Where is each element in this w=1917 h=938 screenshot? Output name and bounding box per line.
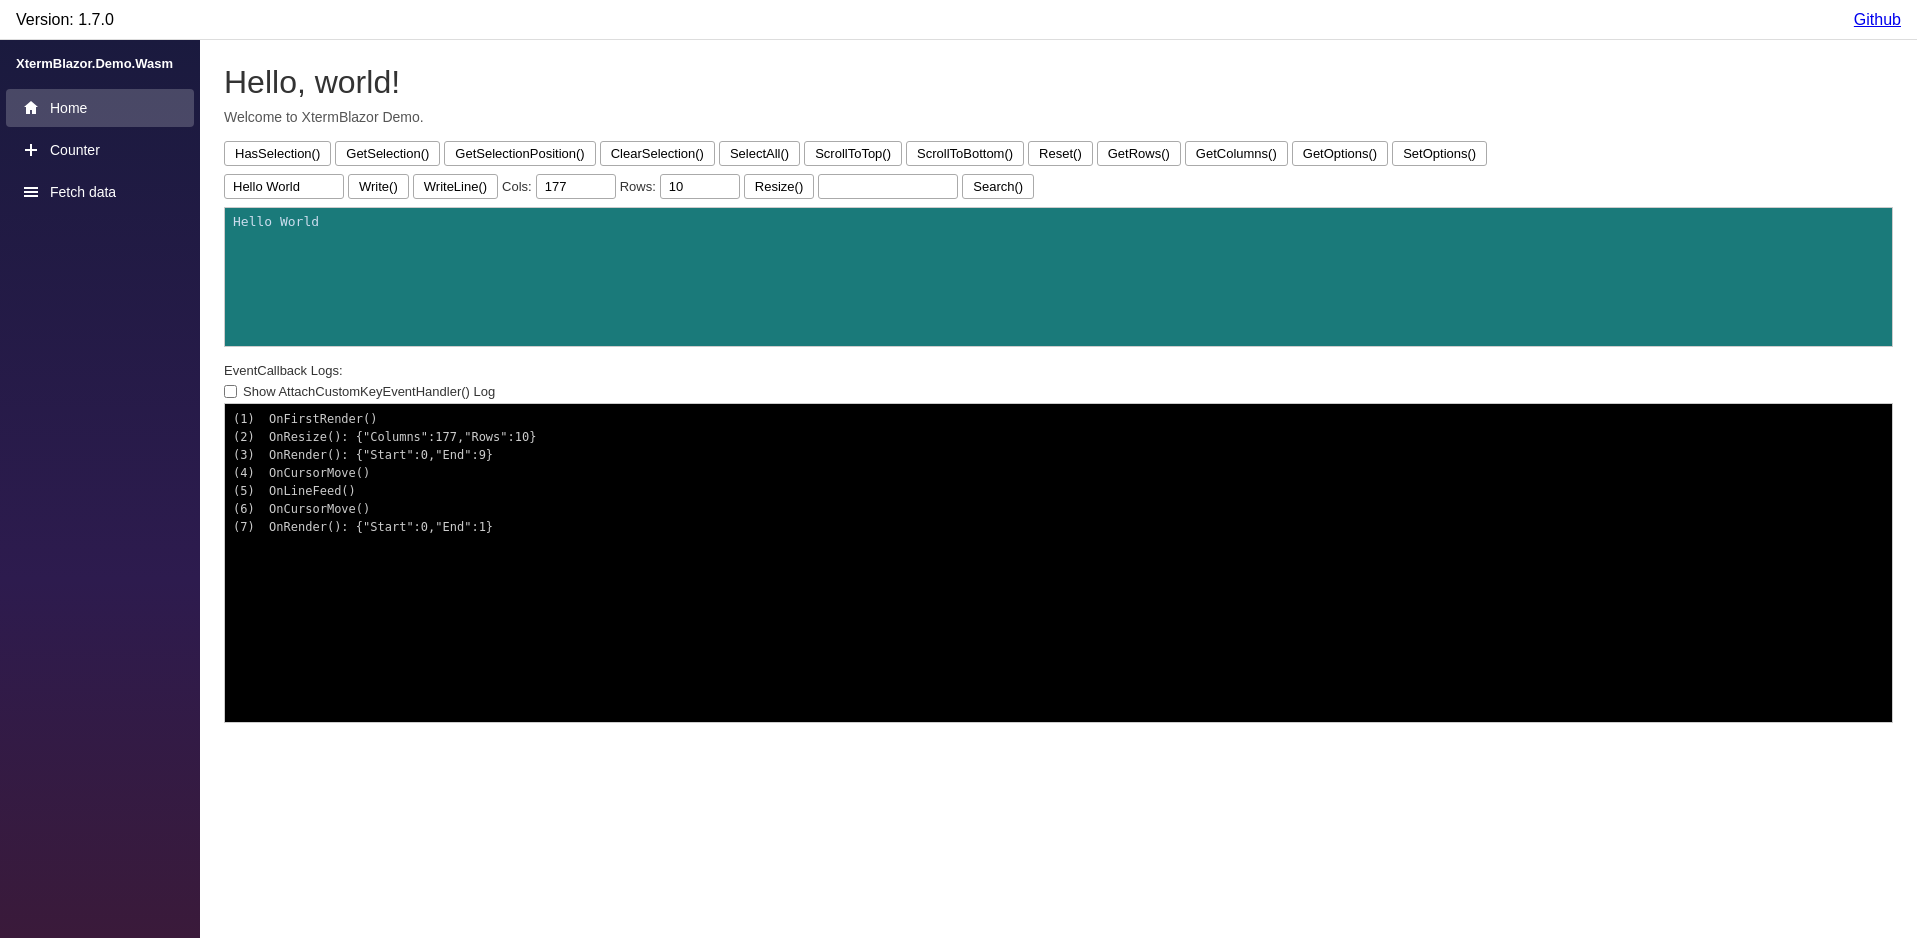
- btn-reset[interactable]: Reset(): [1028, 141, 1093, 166]
- btn-selectall[interactable]: SelectAll(): [719, 141, 800, 166]
- sidebar-item-home[interactable]: Home: [6, 89, 194, 127]
- topbar-version: Version: 1.7.0: [16, 11, 114, 29]
- input-row: Write() WriteLine() Cols: Rows: Resize()…: [224, 174, 1893, 199]
- btn-scrolltobottom[interactable]: ScrollToBottom(): [906, 141, 1024, 166]
- github-link[interactable]: Github: [1854, 11, 1901, 29]
- show-log-label[interactable]: Show AttachCustomKeyEventHandler() Log: [243, 384, 495, 399]
- terminal-text: Hello World: [233, 214, 319, 229]
- list-icon: [22, 183, 40, 201]
- sidebar-item-home-label: Home: [50, 100, 87, 116]
- rows-label: Rows:: [620, 179, 656, 194]
- btn-getselection[interactable]: GetSelection(): [335, 141, 440, 166]
- writeline-button[interactable]: WriteLine(): [413, 174, 498, 199]
- sidebar-item-counter-label: Counter: [50, 142, 100, 158]
- log-content: (1) OnFirstRender() (2) OnResize(): {"Co…: [233, 410, 1884, 536]
- btn-clearselection[interactable]: ClearSelection(): [600, 141, 715, 166]
- main-content: Hello, world! Welcome to XtermBlazor Dem…: [200, 40, 1917, 938]
- show-log-checkbox[interactable]: [224, 385, 237, 398]
- page-subtitle: Welcome to XtermBlazor Demo.: [224, 109, 1893, 125]
- plus-icon: [22, 141, 40, 159]
- home-icon: [22, 99, 40, 117]
- resize-button[interactable]: Resize(): [744, 174, 814, 199]
- write-input[interactable]: [224, 174, 344, 199]
- cols-input[interactable]: [536, 174, 616, 199]
- page-title: Hello, world!: [224, 64, 1893, 101]
- app-title: XtermBlazor.Demo.Wasm: [0, 48, 200, 87]
- buttons-row: HasSelection()GetSelection()GetSelection…: [224, 141, 1893, 166]
- btn-getrows[interactable]: GetRows(): [1097, 141, 1181, 166]
- btn-getselectionposition[interactable]: GetSelectionPosition(): [444, 141, 595, 166]
- svg-rect-2: [24, 195, 38, 197]
- layout: XtermBlazor.Demo.Wasm Home Counter: [0, 40, 1917, 938]
- log-terminal[interactable]: (1) OnFirstRender() (2) OnResize(): {"Co…: [224, 403, 1893, 723]
- svg-rect-0: [24, 187, 38, 189]
- logs-label: EventCallback Logs:: [224, 363, 1893, 378]
- cols-label: Cols:: [502, 179, 532, 194]
- btn-getcolumns[interactable]: GetColumns(): [1185, 141, 1288, 166]
- btn-hasselection[interactable]: HasSelection(): [224, 141, 331, 166]
- topbar: Version: 1.7.0 Github: [0, 0, 1917, 40]
- btn-scrolltotop[interactable]: ScrollToTop(): [804, 141, 902, 166]
- sidebar: XtermBlazor.Demo.Wasm Home Counter: [0, 40, 200, 938]
- checkbox-row: Show AttachCustomKeyEventHandler() Log: [224, 384, 1893, 399]
- search-button[interactable]: Search(): [962, 174, 1034, 199]
- svg-rect-1: [24, 191, 38, 193]
- sidebar-item-counter[interactable]: Counter: [6, 131, 194, 169]
- rows-input[interactable]: [660, 174, 740, 199]
- btn-getoptions[interactable]: GetOptions(): [1292, 141, 1388, 166]
- terminal[interactable]: Hello World: [224, 207, 1893, 347]
- sidebar-item-fetch-label: Fetch data: [50, 184, 116, 200]
- sidebar-item-fetch-data[interactable]: Fetch data: [6, 173, 194, 211]
- search-input[interactable]: [818, 174, 958, 199]
- btn-setoptions[interactable]: SetOptions(): [1392, 141, 1487, 166]
- write-button[interactable]: Write(): [348, 174, 409, 199]
